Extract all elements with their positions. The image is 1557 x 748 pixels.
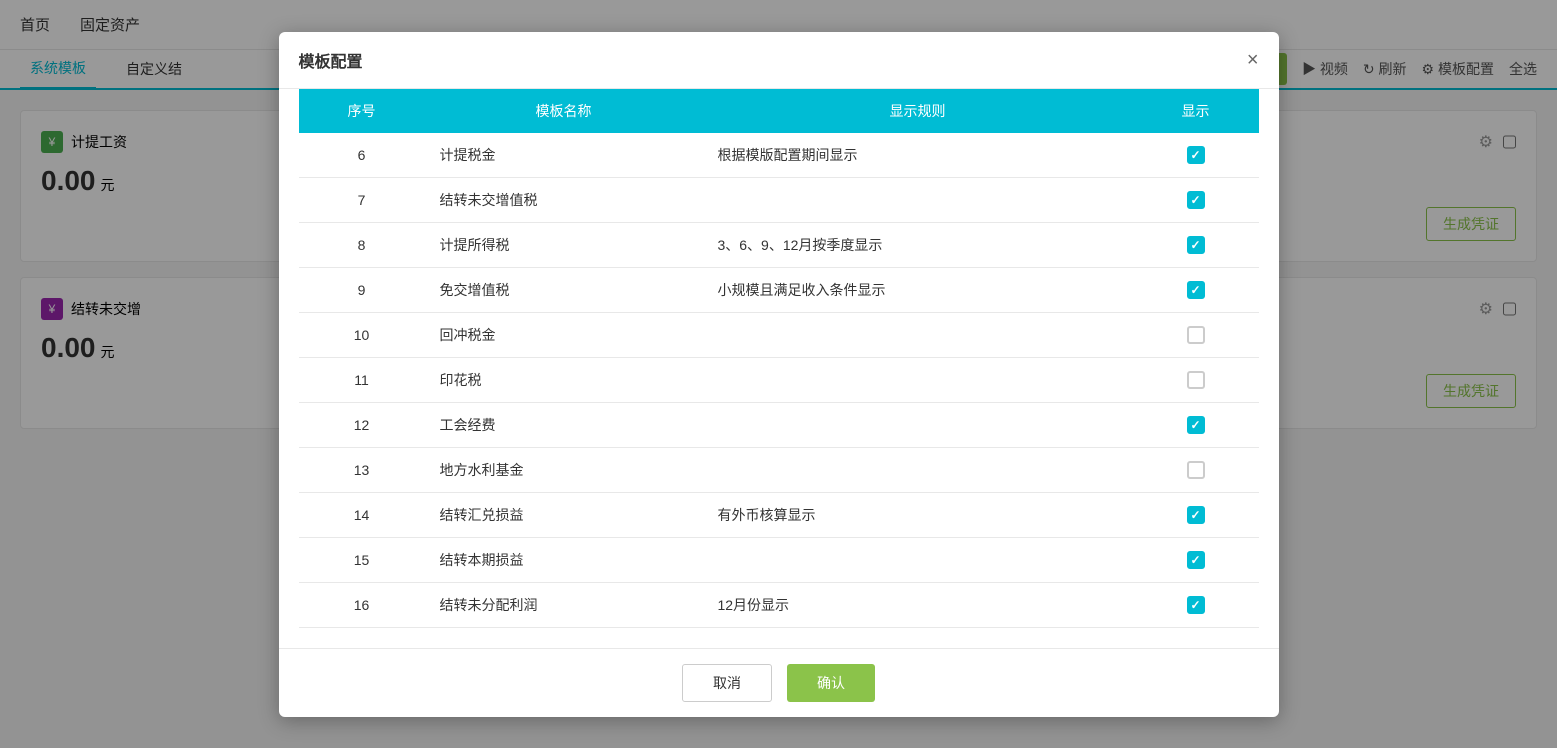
row-checkbox-0[interactable]	[1187, 146, 1205, 164]
row-checkbox-2[interactable]	[1187, 236, 1205, 254]
col-header-rule: 显示规则	[702, 89, 1132, 133]
modal-template-config: 模板配置 × 序号 模板名称 显示规则 显示 6计提税金根据模版配置期间显	[279, 32, 1279, 717]
row-checkbox-8[interactable]	[1187, 506, 1205, 524]
row-name-10: 结转未分配利润	[424, 582, 702, 627]
row-check-cell-10	[1133, 582, 1259, 627]
table-row: 9免交增值税小规模且满足收入条件显示	[299, 267, 1259, 312]
modal-footer: 取消 确认	[279, 648, 1279, 717]
row-check-cell-9	[1133, 537, 1259, 582]
row-index-7: 13	[299, 447, 425, 492]
table-row: 11印花税	[299, 357, 1259, 402]
table-row: 10回冲税金	[299, 312, 1259, 357]
col-header-name: 模板名称	[424, 89, 702, 133]
table-row: 8计提所得税3、6、9、12月按季度显示	[299, 222, 1259, 267]
row-checkbox-3[interactable]	[1187, 281, 1205, 299]
row-check-cell-7	[1133, 447, 1259, 492]
table-wrap: 序号 模板名称 显示规则 显示 6计提税金根据模版配置期间显示7结转未交增值税8…	[299, 89, 1259, 628]
row-checkbox-6[interactable]	[1187, 416, 1205, 434]
row-rule-2: 3、6、9、12月按季度显示	[702, 222, 1132, 267]
row-check-cell-2	[1133, 222, 1259, 267]
row-rule-9	[702, 537, 1132, 582]
table-row: 12工会经费	[299, 402, 1259, 447]
row-index-2: 8	[299, 222, 425, 267]
row-name-5: 印花税	[424, 357, 702, 402]
table-row: 7结转未交增值税	[299, 177, 1259, 222]
row-check-cell-6	[1133, 402, 1259, 447]
table-header: 序号 模板名称 显示规则 显示	[299, 89, 1259, 133]
row-checkbox-9[interactable]	[1187, 551, 1205, 569]
row-checkbox-10[interactable]	[1187, 596, 1205, 614]
row-name-0: 计提税金	[424, 133, 702, 178]
row-index-1: 7	[299, 177, 425, 222]
row-rule-7	[702, 447, 1132, 492]
row-index-10: 16	[299, 582, 425, 627]
row-checkbox-7[interactable]	[1187, 461, 1205, 479]
modal-overlay: 模板配置 × 序号 模板名称 显示规则 显示 6计提税金根据模版配置期间显	[0, 0, 1557, 748]
modal-close-button[interactable]: ×	[1247, 50, 1259, 70]
table-row: 13地方水利基金	[299, 447, 1259, 492]
row-index-9: 15	[299, 537, 425, 582]
row-rule-0: 根据模版配置期间显示	[702, 133, 1132, 178]
row-name-4: 回冲税金	[424, 312, 702, 357]
row-rule-10: 12月份显示	[702, 582, 1132, 627]
row-index-3: 9	[299, 267, 425, 312]
table-row: 15结转本期损益	[299, 537, 1259, 582]
row-name-7: 地方水利基金	[424, 447, 702, 492]
row-check-cell-1	[1133, 177, 1259, 222]
config-table: 序号 模板名称 显示规则 显示 6计提税金根据模版配置期间显示7结转未交增值税8…	[299, 89, 1259, 628]
row-rule-3: 小规模且满足收入条件显示	[702, 267, 1132, 312]
row-rule-1	[702, 177, 1132, 222]
row-name-8: 结转汇兑损益	[424, 492, 702, 537]
modal-body: 序号 模板名称 显示规则 显示 6计提税金根据模版配置期间显示7结转未交增值税8…	[279, 89, 1279, 648]
modal-title: 模板配置	[299, 48, 363, 72]
modal-header: 模板配置 ×	[279, 32, 1279, 89]
row-index-4: 10	[299, 312, 425, 357]
table-row: 14结转汇兑损益有外币核算显示	[299, 492, 1259, 537]
row-check-cell-8	[1133, 492, 1259, 537]
col-header-index: 序号	[299, 89, 425, 133]
row-checkbox-5[interactable]	[1187, 371, 1205, 389]
cancel-button[interactable]: 取消	[682, 664, 772, 702]
row-checkbox-1[interactable]	[1187, 191, 1205, 209]
row-rule-8: 有外币核算显示	[702, 492, 1132, 537]
row-name-9: 结转本期损益	[424, 537, 702, 582]
row-name-2: 计提所得税	[424, 222, 702, 267]
row-name-3: 免交增值税	[424, 267, 702, 312]
row-index-6: 12	[299, 402, 425, 447]
confirm-button[interactable]: 确认	[787, 664, 875, 702]
row-rule-5	[702, 357, 1132, 402]
row-check-cell-4	[1133, 312, 1259, 357]
table-row: 6计提税金根据模版配置期间显示	[299, 133, 1259, 178]
row-checkbox-4[interactable]	[1187, 326, 1205, 344]
row-check-cell-5	[1133, 357, 1259, 402]
row-index-5: 11	[299, 357, 425, 402]
row-rule-4	[702, 312, 1132, 357]
row-check-cell-3	[1133, 267, 1259, 312]
table-body: 6计提税金根据模版配置期间显示7结转未交增值税8计提所得税3、6、9、12月按季…	[299, 133, 1259, 628]
table-row: 16结转未分配利润12月份显示	[299, 582, 1259, 627]
row-rule-6	[702, 402, 1132, 447]
row-name-6: 工会经费	[424, 402, 702, 447]
row-name-1: 结转未交增值税	[424, 177, 702, 222]
row-check-cell-0	[1133, 133, 1259, 178]
row-index-8: 14	[299, 492, 425, 537]
col-header-display: 显示	[1133, 89, 1259, 133]
row-index-0: 6	[299, 133, 425, 178]
